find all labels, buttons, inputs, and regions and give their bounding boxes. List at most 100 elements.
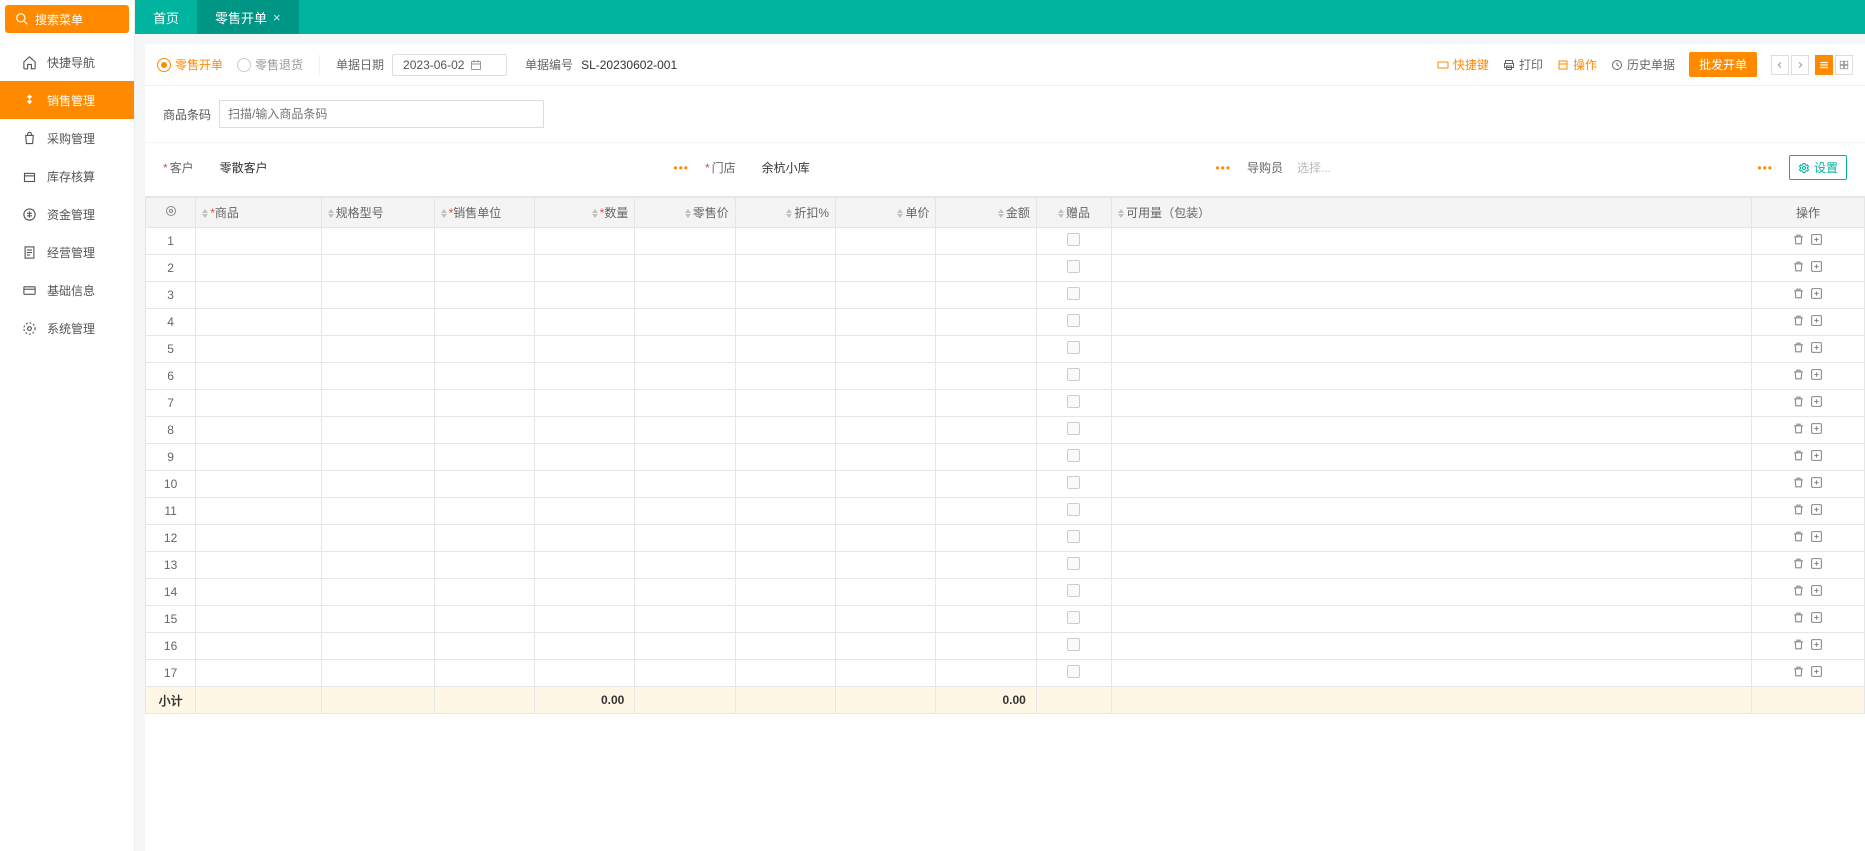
cell-qty[interactable]: [534, 660, 634, 687]
checkbox-icon[interactable]: [1067, 503, 1080, 516]
cell-unit-price[interactable]: [836, 228, 936, 255]
cell-amount[interactable]: [936, 633, 1036, 660]
cell-gift[interactable]: [1036, 336, 1111, 363]
cell-gift[interactable]: [1036, 525, 1111, 552]
cell-unit[interactable]: [434, 390, 534, 417]
cell-product[interactable]: [196, 363, 321, 390]
checkbox-icon[interactable]: [1067, 449, 1080, 462]
cell-product[interactable]: [196, 525, 321, 552]
cell-spec[interactable]: [321, 498, 434, 525]
add-row-button[interactable]: [1810, 611, 1824, 625]
cell-gift[interactable]: [1036, 606, 1111, 633]
th-discount[interactable]: 折扣%: [735, 198, 835, 228]
cell-gift[interactable]: [1036, 444, 1111, 471]
checkbox-icon[interactable]: [1067, 395, 1080, 408]
delete-row-button[interactable]: [1792, 476, 1806, 490]
cell-unit[interactable]: [434, 444, 534, 471]
delete-row-button[interactable]: [1792, 422, 1806, 436]
cell-product[interactable]: [196, 336, 321, 363]
cell-amount[interactable]: [936, 606, 1036, 633]
cell-retail[interactable]: [635, 363, 735, 390]
cell-discount[interactable]: [735, 363, 835, 390]
checkbox-icon[interactable]: [1067, 665, 1080, 678]
cell-amount[interactable]: [936, 417, 1036, 444]
cell-qty[interactable]: [534, 336, 634, 363]
cell-unit-price[interactable]: [836, 579, 936, 606]
table-row[interactable]: 4: [146, 309, 1865, 336]
nav-item-5[interactable]: 经营管理: [0, 233, 134, 271]
checkbox-icon[interactable]: [1067, 584, 1080, 597]
cell-retail[interactable]: [635, 471, 735, 498]
cell-spec[interactable]: [321, 390, 434, 417]
delete-row-button[interactable]: [1792, 260, 1806, 274]
cell-retail[interactable]: [635, 633, 735, 660]
cell-unit[interactable]: [434, 552, 534, 579]
cell-retail[interactable]: [635, 390, 735, 417]
cell-retail[interactable]: [635, 336, 735, 363]
cell-qty[interactable]: [534, 255, 634, 282]
cell-spec[interactable]: [321, 444, 434, 471]
cell-retail[interactable]: [635, 552, 735, 579]
cell-amount[interactable]: [936, 363, 1036, 390]
table-row[interactable]: 9: [146, 444, 1865, 471]
checkbox-icon[interactable]: [1067, 638, 1080, 651]
table-row[interactable]: 2: [146, 255, 1865, 282]
cell-amount[interactable]: [936, 228, 1036, 255]
cell-discount[interactable]: [735, 606, 835, 633]
cell-gift[interactable]: [1036, 471, 1111, 498]
th-gift[interactable]: 赠品: [1036, 198, 1111, 228]
add-row-button[interactable]: [1810, 584, 1824, 598]
cell-amount[interactable]: [936, 390, 1036, 417]
store-more-button[interactable]: •••: [1209, 161, 1237, 175]
th-retail-price[interactable]: 零售价: [635, 198, 735, 228]
cell-unit[interactable]: [434, 363, 534, 390]
th-unit[interactable]: *销售单位: [434, 198, 534, 228]
cell-spec[interactable]: [321, 471, 434, 498]
cell-unit-price[interactable]: [836, 633, 936, 660]
search-menu-button[interactable]: 搜索菜单: [5, 5, 129, 33]
cell-product[interactable]: [196, 471, 321, 498]
cell-gift[interactable]: [1036, 417, 1111, 444]
add-row-button[interactable]: [1810, 395, 1824, 409]
delete-row-button[interactable]: [1792, 503, 1806, 517]
cell-discount[interactable]: [735, 444, 835, 471]
cell-retail[interactable]: [635, 255, 735, 282]
nav-item-2[interactable]: 采购管理: [0, 119, 134, 157]
delete-row-button[interactable]: [1792, 368, 1806, 382]
delete-row-button[interactable]: [1792, 287, 1806, 301]
checkbox-icon[interactable]: [1067, 233, 1080, 246]
checkbox-icon[interactable]: [1067, 530, 1080, 543]
cell-discount[interactable]: [735, 498, 835, 525]
delete-row-button[interactable]: [1792, 314, 1806, 328]
cell-product[interactable]: [196, 282, 321, 309]
th-available[interactable]: 可用量（包装）: [1112, 198, 1752, 228]
cell-product[interactable]: [196, 552, 321, 579]
cell-product[interactable]: [196, 660, 321, 687]
table-row[interactable]: 15: [146, 606, 1865, 633]
cell-product[interactable]: [196, 444, 321, 471]
cell-amount[interactable]: [936, 660, 1036, 687]
checkbox-icon[interactable]: [1067, 314, 1080, 327]
checkbox-icon[interactable]: [1067, 287, 1080, 300]
cell-qty[interactable]: [534, 282, 634, 309]
cell-unit-price[interactable]: [836, 255, 936, 282]
cell-unit[interactable]: [434, 633, 534, 660]
cell-unit-price[interactable]: [836, 498, 936, 525]
cell-retail[interactable]: [635, 309, 735, 336]
cell-qty[interactable]: [534, 579, 634, 606]
radio-sale[interactable]: 零售开单: [157, 56, 223, 73]
cell-retail[interactable]: [635, 525, 735, 552]
nav-item-7[interactable]: 系统管理: [0, 309, 134, 347]
cell-retail[interactable]: [635, 579, 735, 606]
tab-0[interactable]: 首页: [135, 0, 197, 34]
cell-qty[interactable]: [534, 309, 634, 336]
cell-gift[interactable]: [1036, 552, 1111, 579]
cell-gift[interactable]: [1036, 579, 1111, 606]
add-row-button[interactable]: [1810, 422, 1824, 436]
cell-discount[interactable]: [735, 282, 835, 309]
cell-amount[interactable]: [936, 444, 1036, 471]
cell-amount[interactable]: [936, 498, 1036, 525]
delete-row-button[interactable]: [1792, 341, 1806, 355]
cell-product[interactable]: [196, 255, 321, 282]
cell-spec[interactable]: [321, 606, 434, 633]
